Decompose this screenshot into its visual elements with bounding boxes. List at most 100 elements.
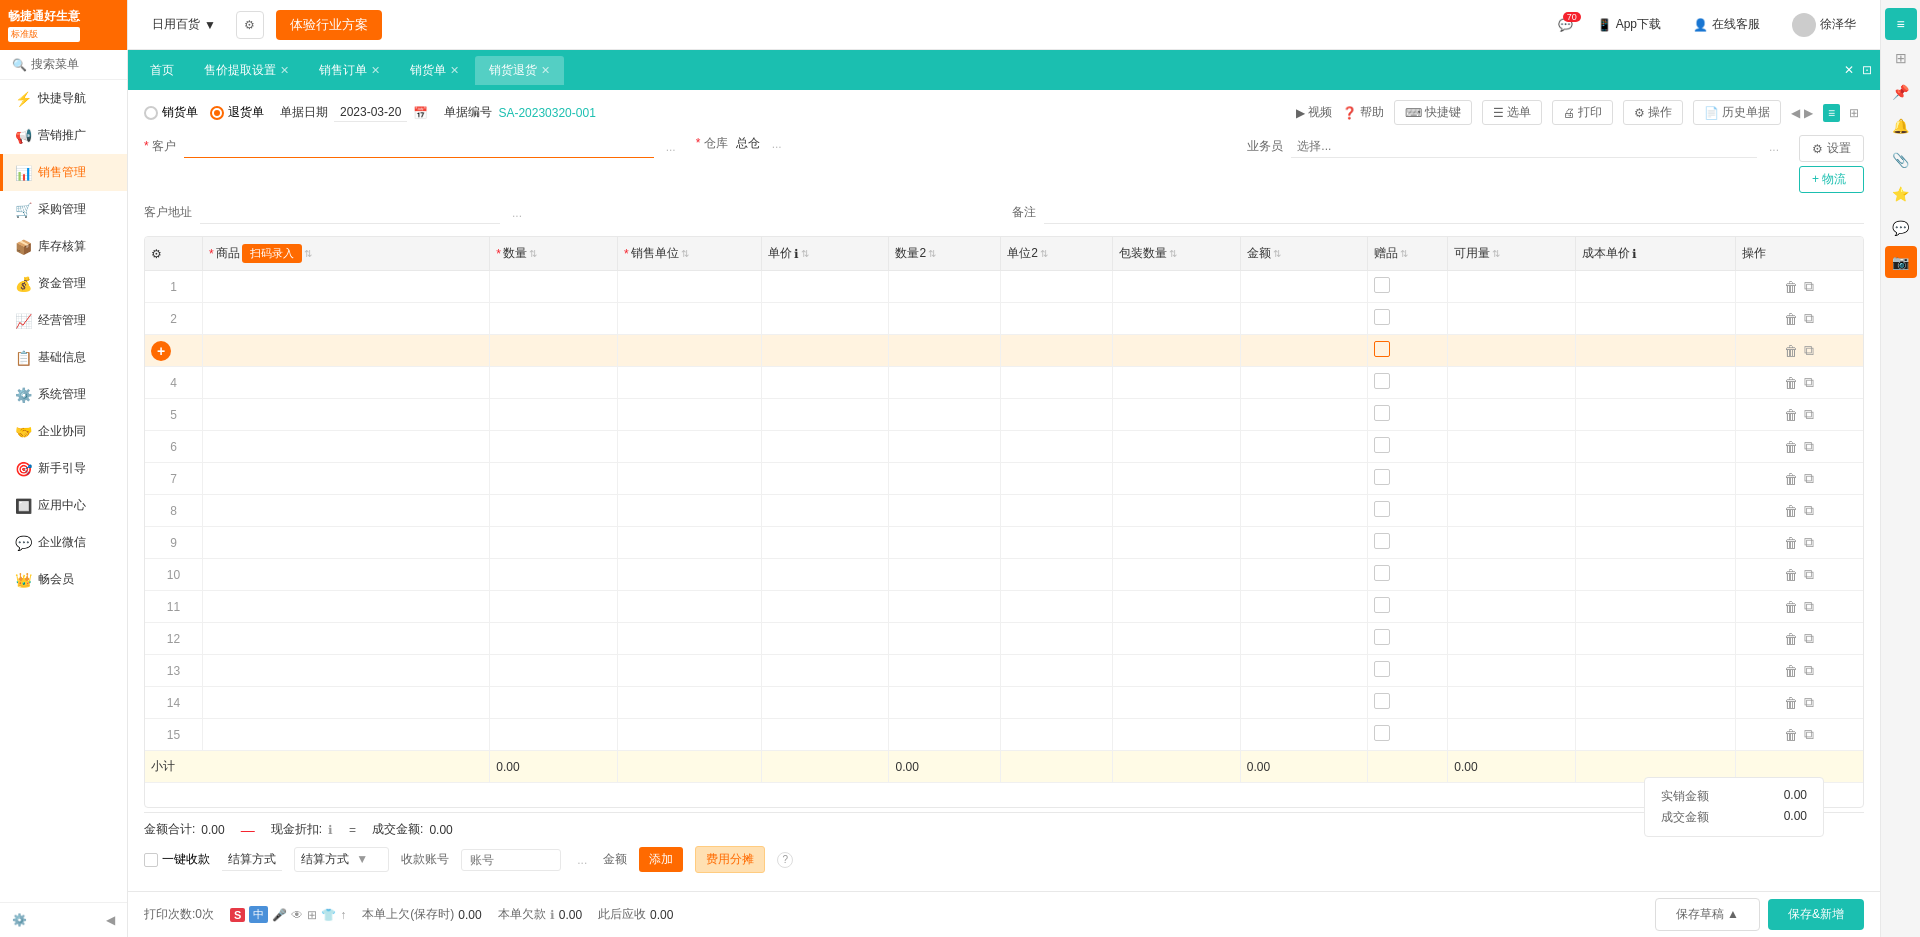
rs-grid-view[interactable]: ⊞: [1885, 42, 1917, 74]
cell-available[interactable]: [1448, 719, 1576, 751]
cell-unit-price[interactable]: [761, 463, 889, 495]
gift-checkbox[interactable]: [1374, 309, 1390, 325]
trial-button[interactable]: 体验行业方案: [276, 10, 382, 40]
cell-amount[interactable]: [1240, 527, 1368, 559]
cell-quantity[interactable]: [490, 367, 618, 399]
copy-icon[interactable]: ⧉: [1804, 310, 1814, 327]
gift-checkbox[interactable]: [1374, 405, 1390, 421]
copy-icon[interactable]: ⧉: [1804, 342, 1814, 359]
cell-amount[interactable]: [1240, 335, 1368, 367]
gift-checkbox[interactable]: [1374, 597, 1390, 613]
cell-package-qty[interactable]: [1113, 399, 1241, 431]
rs-pin[interactable]: 📌: [1885, 76, 1917, 108]
cell-product[interactable]: [202, 367, 489, 399]
cell-quantity[interactable]: [490, 431, 618, 463]
gift-checkbox[interactable]: [1374, 629, 1390, 645]
th-settings[interactable]: ⚙: [145, 237, 202, 271]
cell-unit2[interactable]: [1001, 655, 1113, 687]
gift-checkbox[interactable]: [1374, 661, 1390, 677]
cell-quantity2[interactable]: [889, 687, 1001, 719]
cell-amount[interactable]: [1240, 495, 1368, 527]
cell-gift[interactable]: [1368, 591, 1448, 623]
cell-unit-price[interactable]: [761, 271, 889, 303]
tab-sales-order[interactable]: 销售订单 ✕: [305, 56, 394, 85]
cell-package-qty[interactable]: [1113, 431, 1241, 463]
cell-sales-unit[interactable]: [618, 463, 762, 495]
cell-gift[interactable]: [1368, 271, 1448, 303]
gift-checkbox[interactable]: [1374, 469, 1390, 485]
maximize-icon[interactable]: ⊡: [1862, 63, 1872, 77]
cell-amount[interactable]: [1240, 559, 1368, 591]
cell-gift[interactable]: [1368, 527, 1448, 559]
gift-checkbox[interactable]: [1374, 373, 1390, 389]
copy-icon[interactable]: ⧉: [1804, 694, 1814, 711]
delete-icon[interactable]: 🗑: [1784, 471, 1798, 487]
cell-amount[interactable]: [1240, 687, 1368, 719]
cell-quantity[interactable]: [490, 655, 618, 687]
delete-icon[interactable]: 🗑: [1784, 407, 1798, 423]
header-settings-btn[interactable]: ⚙: [236, 11, 264, 39]
cell-unit2[interactable]: [1001, 431, 1113, 463]
cell-product[interactable]: [202, 591, 489, 623]
list-view-btn[interactable]: ≡: [1823, 104, 1840, 122]
grid-view-btn[interactable]: ⊞: [1844, 104, 1864, 122]
gift-checkbox[interactable]: [1374, 501, 1390, 517]
cell-cost-price[interactable]: [1576, 399, 1736, 431]
cell-unit-price[interactable]: [761, 399, 889, 431]
action-video[interactable]: ▶ 视频: [1296, 104, 1332, 121]
cell-quantity[interactable]: [490, 687, 618, 719]
cell-amount[interactable]: [1240, 431, 1368, 463]
copy-icon[interactable]: ⧉: [1804, 470, 1814, 487]
cell-quantity[interactable]: [490, 495, 618, 527]
copy-icon[interactable]: ⧉: [1804, 566, 1814, 583]
cell-unit-price[interactable]: [761, 335, 889, 367]
cell-unit-price[interactable]: [761, 591, 889, 623]
cell-product[interactable]: [202, 527, 489, 559]
cell-product[interactable]: [202, 655, 489, 687]
cell-quantity2[interactable]: [889, 431, 1001, 463]
sidebar-item-vip[interactable]: 👑 畅会员: [0, 561, 127, 598]
sidebar-item-purchase[interactable]: 🛒 采购管理: [0, 191, 127, 228]
tab-close-icon[interactable]: ✕: [450, 64, 459, 77]
cell-quantity[interactable]: [490, 559, 618, 591]
cell-gift[interactable]: [1368, 559, 1448, 591]
cell-sales-unit[interactable]: [618, 655, 762, 687]
cell-sales-unit[interactable]: [618, 367, 762, 399]
tab-sales-return[interactable]: 销货退货 ✕: [475, 56, 564, 85]
nav-prev-btn[interactable]: ◀: [1791, 106, 1800, 120]
cell-amount[interactable]: [1240, 271, 1368, 303]
cell-quantity2[interactable]: [889, 367, 1001, 399]
cell-available[interactable]: [1448, 335, 1576, 367]
cell-sales-unit[interactable]: [618, 559, 762, 591]
logistics-button[interactable]: + 物流: [1799, 166, 1864, 193]
cell-package-qty[interactable]: [1113, 495, 1241, 527]
cell-available[interactable]: [1448, 431, 1576, 463]
cell-gift[interactable]: [1368, 399, 1448, 431]
cell-available[interactable]: [1448, 463, 1576, 495]
copy-icon[interactable]: ⧉: [1804, 726, 1814, 743]
delete-icon[interactable]: 🗑: [1784, 599, 1798, 615]
delete-icon[interactable]: 🗑: [1784, 503, 1798, 519]
cell-amount[interactable]: [1240, 303, 1368, 335]
cell-sales-unit[interactable]: [618, 303, 762, 335]
cell-available[interactable]: [1448, 367, 1576, 399]
delete-icon[interactable]: 🗑: [1784, 375, 1798, 391]
sidebar-item-finance[interactable]: 💰 资金管理: [0, 265, 127, 302]
cell-product[interactable]: [202, 559, 489, 591]
gift-checkbox[interactable]: [1374, 341, 1390, 357]
cell-quantity[interactable]: [490, 719, 618, 751]
grid-icon[interactable]: ⊞: [307, 908, 317, 922]
cell-amount[interactable]: [1240, 591, 1368, 623]
cell-cost-price[interactable]: [1576, 559, 1736, 591]
cell-amount[interactable]: [1240, 623, 1368, 655]
cell-sales-unit[interactable]: [618, 271, 762, 303]
delete-icon[interactable]: 🗑: [1784, 663, 1798, 679]
gift-checkbox[interactable]: [1374, 725, 1390, 741]
cell-package-qty[interactable]: [1113, 303, 1241, 335]
cell-cost-price[interactable]: [1576, 367, 1736, 399]
cell-gift[interactable]: [1368, 367, 1448, 399]
cell-unit2[interactable]: [1001, 719, 1113, 751]
sidebar-item-operations[interactable]: 📈 经营管理: [0, 302, 127, 339]
cell-amount[interactable]: [1240, 367, 1368, 399]
action-print[interactable]: 🖨 打印: [1552, 100, 1613, 125]
